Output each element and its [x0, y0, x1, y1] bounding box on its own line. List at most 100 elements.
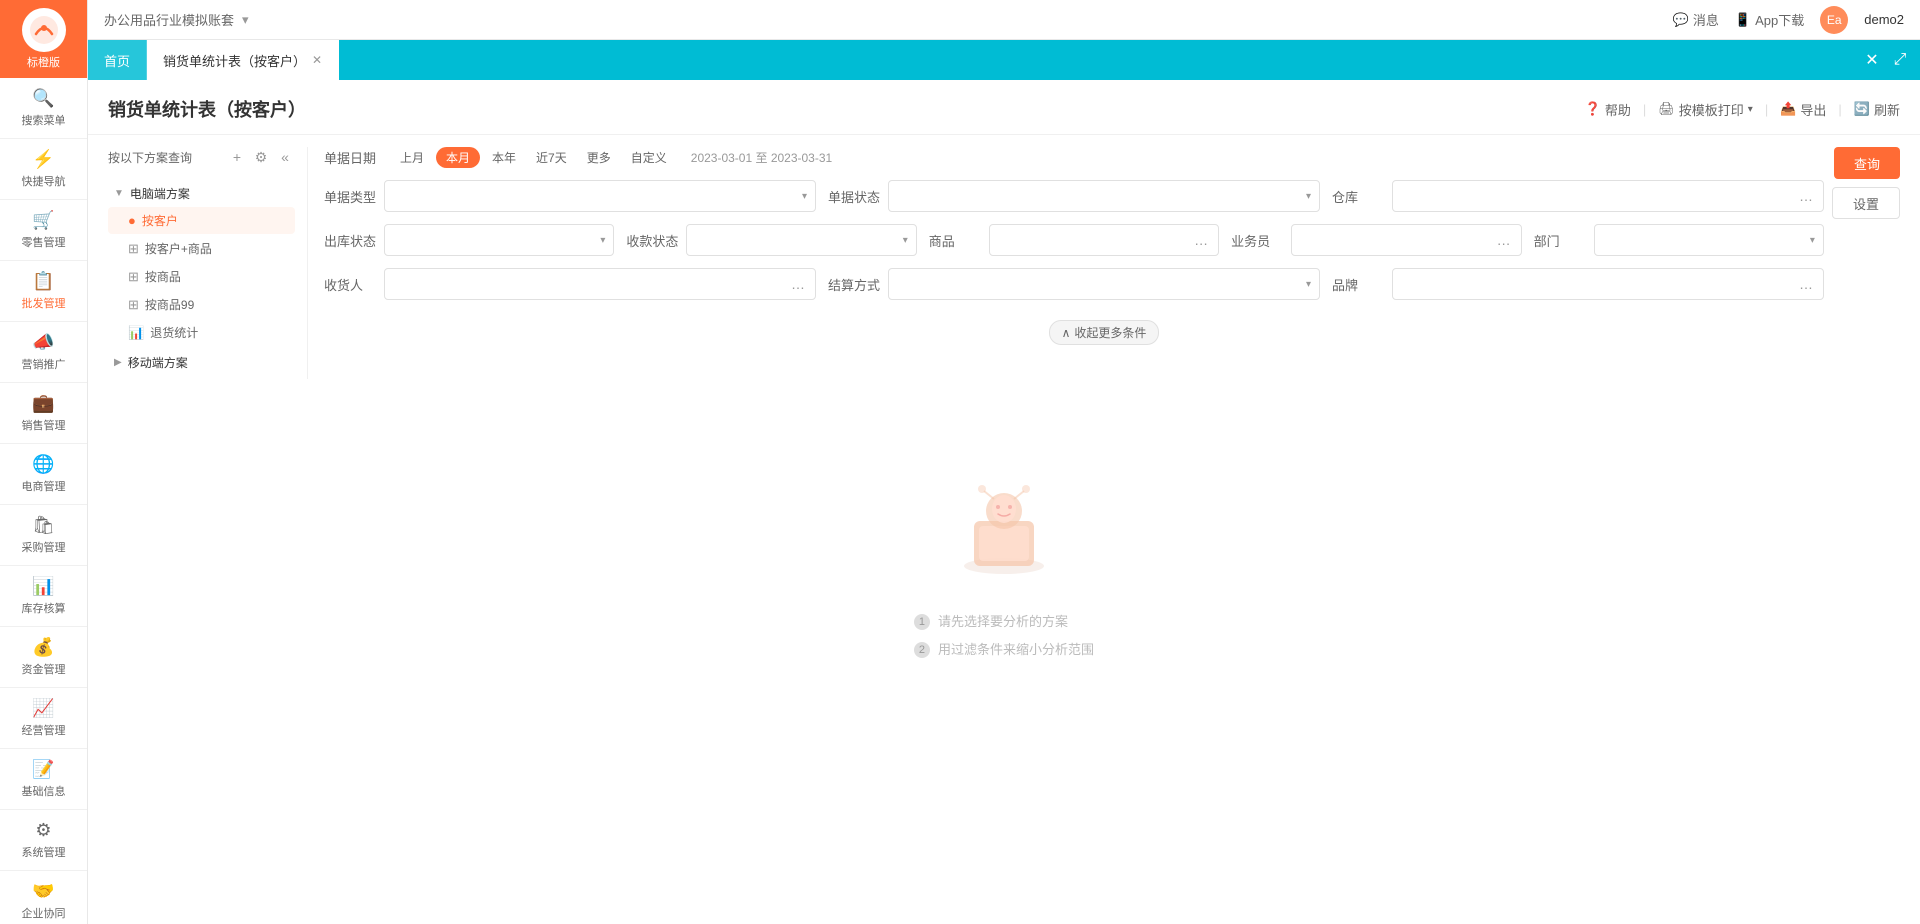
sidebar-item-enterprise-collab[interactable]: 🤝 企业协同 — [0, 871, 87, 924]
step-1-label: 请先选择要分析的方案 — [938, 609, 1068, 635]
order-status-input[interactable]: ▾ — [888, 180, 1320, 212]
sidebar-item-sales-mgmt[interactable]: 💼 销售管理 — [0, 383, 87, 444]
sidebar-item-sys-mgmt[interactable]: ⚙ 系统管理 — [0, 810, 87, 871]
date-tab-this-year[interactable]: 本年 — [484, 147, 524, 168]
collapse-more-btn[interactable]: ∧ 收起更多条件 — [1049, 320, 1160, 345]
warehouse-input[interactable]: … — [1392, 180, 1824, 212]
product-dots: … — [1194, 232, 1210, 248]
sidebar-item-finance-mgmt[interactable]: 💰 资金管理 — [0, 627, 87, 688]
empty-step-2: 2 用过滤条件来缩小分析范围 — [914, 637, 1094, 663]
filter-form-row-container: 单据日期 上月 本月 本年 近7天 更多 自定义 2023-03-01 至 20… — [308, 147, 1900, 312]
scheme-item-return-stats[interactable]: 📊 退货统计 — [108, 319, 295, 346]
empty-text: 1 请先选择要分析的方案 2 用过滤条件来缩小分析范围 — [914, 607, 1094, 665]
scheme-item-by-customer-product[interactable]: ⊞ 按客户+商品 — [108, 235, 295, 262]
app-download-btn[interactable]: 📱 App下载 — [1735, 10, 1804, 29]
payment-method-field: 结算方式 ▾ — [828, 268, 1320, 300]
filter-form: 单据日期 上月 本月 本年 近7天 更多 自定义 2023-03-01 至 20… — [308, 147, 1824, 312]
out-status-field: 出库状态 ▾ — [324, 224, 614, 256]
scheme-settings-btn[interactable]: ⚙ — [251, 147, 271, 167]
sidebar-item-basic-info[interactable]: 📝 基础信息 — [0, 749, 87, 810]
user-name[interactable]: demo2 — [1864, 12, 1904, 27]
scheme-header-actions: + ⚙ « — [227, 147, 295, 167]
app-logo[interactable]: 标橙版 — [0, 0, 87, 78]
logo-text: 标橙版 — [27, 54, 60, 70]
scheme-item-by-product[interactable]: ⊞ 按商品 — [108, 263, 295, 290]
date-tab-last-month[interactable]: 上月 — [392, 147, 432, 168]
sidebar-item-inventory-check[interactable]: 📊 库存核算 — [0, 566, 87, 627]
query-btn[interactable]: 查询 — [1834, 147, 1900, 179]
date-range-display: 2023-03-01 至 2023-03-31 — [691, 149, 832, 166]
warehouse-field: 仓库 … — [1332, 180, 1824, 212]
sidebar-label-search-menu: 搜索菜单 — [22, 112, 66, 128]
order-type-input[interactable]: ▾ — [384, 180, 816, 212]
order-status-arrow: ▾ — [1306, 191, 1311, 202]
department-label: 部门 — [1534, 231, 1594, 250]
print-btn[interactable]: 🖨 按模板打印 ▾ — [1658, 100, 1753, 119]
scheme-panel: 按以下方案查询 + ⚙ « ▼ — [108, 147, 308, 379]
sidebar-label-wholesale-mgmt: 批发管理 — [22, 295, 66, 311]
sidebar-label-marketing: 营销推广 — [22, 356, 66, 372]
sidebar-label-retail-mgmt: 零售管理 — [22, 234, 66, 250]
sidebar-label-purchase-mgmt: 采购管理 — [22, 539, 66, 555]
sidebar-label-enterprise-collab: 企业协同 — [22, 905, 66, 921]
brand-input[interactable]: … — [1392, 268, 1824, 300]
sidebar-item-marketing[interactable]: 📣 营销推广 — [0, 322, 87, 383]
out-status-input[interactable]: ▾ — [384, 224, 614, 256]
sidebar-item-retail-mgmt[interactable]: 🛒 零售管理 — [0, 200, 87, 261]
refresh-btn[interactable]: 🔄 刷新 — [1854, 100, 1900, 119]
tab-close-all-btn[interactable]: ✕ — [1860, 48, 1884, 72]
payment-method-input[interactable]: ▾ — [888, 268, 1320, 300]
print-dropdown-icon: ▾ — [1748, 104, 1753, 115]
header-app-title: 办公用品行业模拟账套 — [104, 10, 234, 29]
page-content: 销货单统计表（按客户） ❓ 帮助 | 🖨 按模板打印 ▾ | 📤 导出 | — [88, 80, 1920, 924]
brand-dots: … — [1799, 276, 1815, 292]
tab-expand-btn[interactable]: ⤢ — [1888, 48, 1912, 72]
recipient-dots: … — [791, 276, 807, 292]
sidebar-item-ecommerce-mgmt[interactable]: 🌐 电商管理 — [0, 444, 87, 505]
date-tab-custom[interactable]: 自定义 — [623, 147, 675, 168]
export-btn[interactable]: 📤 导出 — [1780, 100, 1826, 119]
scheme-add-btn[interactable]: + — [227, 147, 247, 167]
sidebar-item-quick-nav[interactable]: ⚡ 快捷导航 — [0, 139, 87, 200]
sidebar-nav: 🔍 搜索菜单 ⚡ 快捷导航 🛒 零售管理 📋 批发管理 📣 营销推广 💼 销售管… — [0, 78, 87, 924]
recipient-field: 收货人 … — [324, 268, 816, 300]
settings-btn[interactable]: 设置 — [1832, 187, 1900, 219]
scheme-item-by-customer[interactable]: ● 按客户 — [108, 207, 295, 234]
scheme-item-by-product-99[interactable]: ⊞ 按商品99 — [108, 291, 295, 318]
help-btn[interactable]: ❓ 帮助 — [1585, 100, 1631, 119]
date-tab-more[interactable]: 更多 — [579, 147, 619, 168]
tab-close-btn[interactable]: ✕ — [312, 53, 322, 67]
payment-status-input[interactable]: ▾ — [686, 224, 916, 256]
scheme-panel-title: 按以下方案查询 — [108, 149, 192, 166]
header-dropdown-icon[interactable]: ▾ — [242, 12, 249, 28]
sidebar-item-search-menu[interactable]: 🔍 搜索菜单 — [0, 78, 87, 139]
scheme-collapse-btn[interactable]: « — [275, 147, 295, 167]
date-tab-this-month[interactable]: 本月 — [436, 147, 480, 168]
tab-home[interactable]: 首页 — [88, 40, 147, 80]
department-arrow: ▾ — [1810, 235, 1815, 246]
date-tab-7days[interactable]: 近7天 — [528, 147, 575, 168]
recipient-input[interactable]: … — [384, 268, 816, 300]
sidebar-label-sys-mgmt: 系统管理 — [22, 844, 66, 860]
message-label: 消息 — [1693, 10, 1719, 29]
message-btn[interactable]: 💬 消息 — [1673, 10, 1719, 29]
tab-sales-stats[interactable]: 销货单统计表（按客户） ✕ — [147, 40, 339, 80]
divider2: | — [1765, 102, 1768, 117]
wholesale-mgmt-icon: 📋 — [32, 271, 54, 292]
salesperson-input[interactable]: … — [1291, 224, 1521, 256]
collapse-chevron-icon: ∧ — [1062, 326, 1071, 340]
sales-mgmt-icon: 💼 — [32, 393, 54, 414]
scheme-group-mobile-header[interactable]: ▶ 移动端方案 — [108, 350, 295, 375]
top-header: 办公用品行业模拟账套 ▾ 💬 消息 📱 App下载 Ea demo2 — [88, 0, 1920, 40]
sidebar-item-wholesale-mgmt[interactable]: 📋 批发管理 — [0, 261, 87, 322]
divider3: | — [1838, 102, 1841, 117]
product-input[interactable]: … — [989, 224, 1219, 256]
sidebar-item-ops-mgmt[interactable]: 📈 经营管理 — [0, 688, 87, 749]
export-label: 导出 — [1800, 100, 1826, 119]
scheme-group-desktop-header[interactable]: ▼ 电脑端方案 — [108, 181, 295, 206]
sidebar-item-purchase-mgmt[interactable]: 🛍 采购管理 — [0, 505, 87, 566]
sidebar: 标橙版 🔍 搜索菜单 ⚡ 快捷导航 🛒 零售管理 📋 批发管理 📣 营销推广 💼… — [0, 0, 88, 924]
user-avatar[interactable]: Ea — [1820, 6, 1848, 34]
purchase-mgmt-icon: 🛍 — [32, 515, 55, 536]
department-input[interactable]: ▾ — [1594, 224, 1824, 256]
